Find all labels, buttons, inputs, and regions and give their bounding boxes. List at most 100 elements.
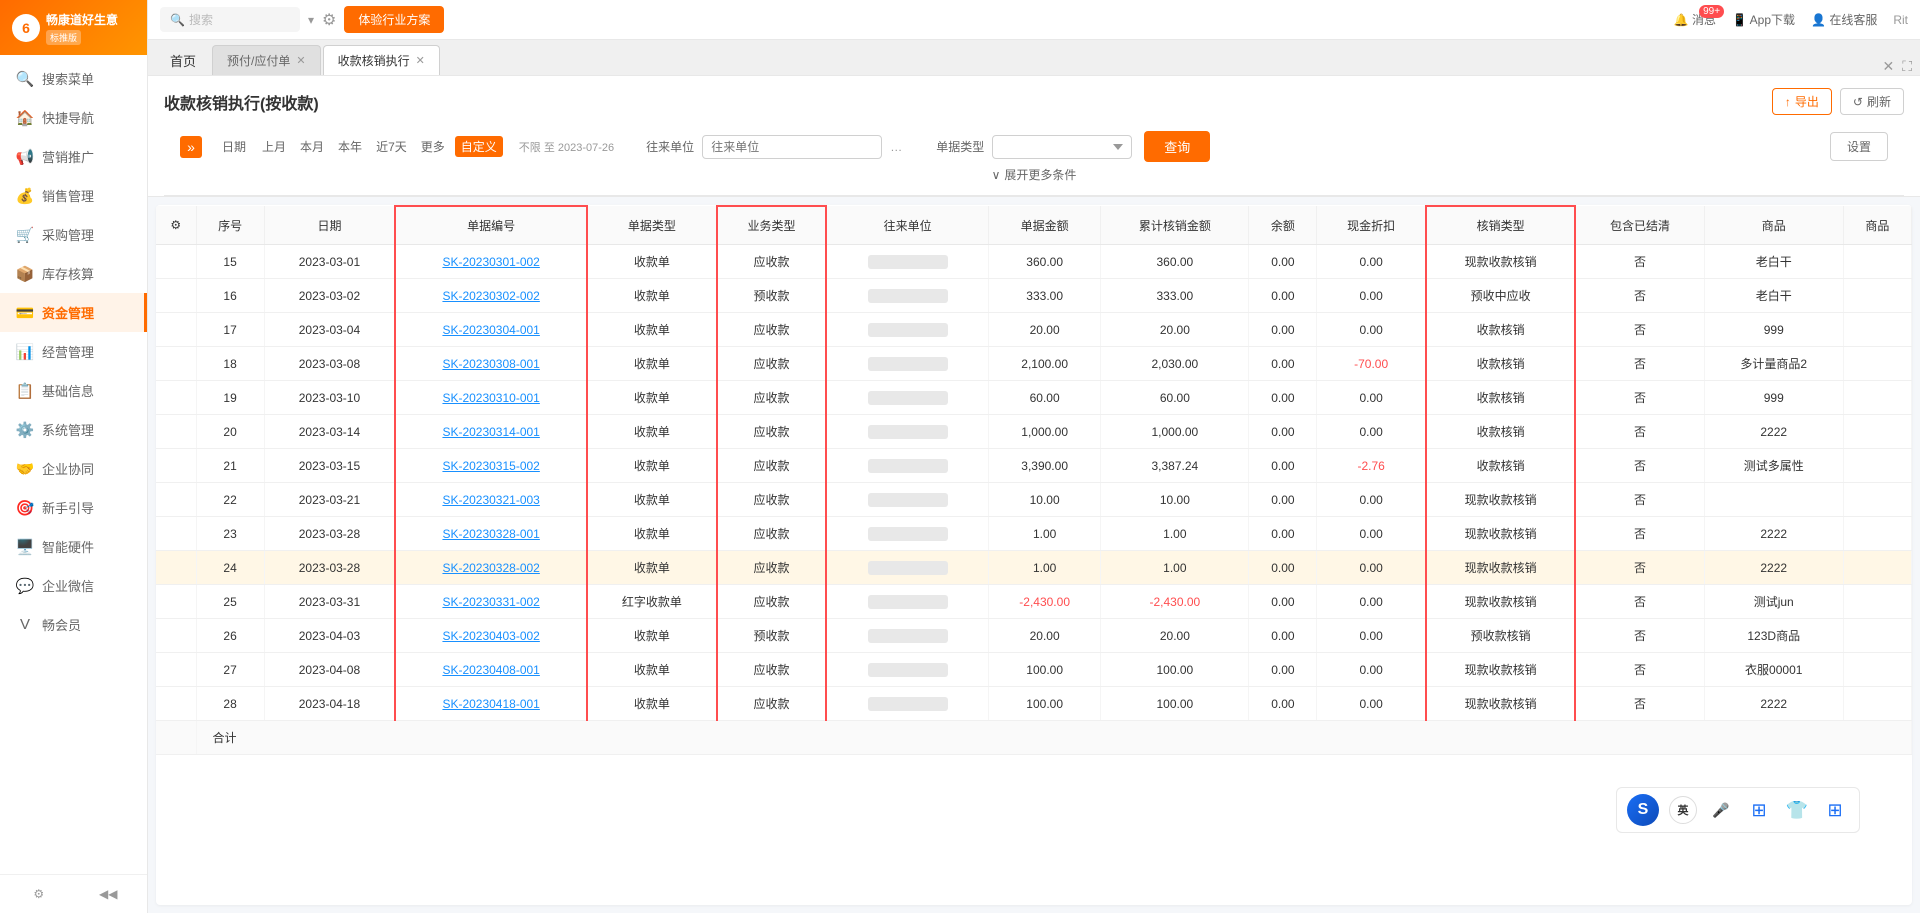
bill-no-link[interactable]: SK-20230310-001	[442, 391, 539, 405]
bill-no-link[interactable]: SK-20230418-001	[442, 697, 539, 711]
sidebar-item-search[interactable]: 🔍搜索菜单	[0, 59, 147, 98]
sidebar-item-marketing[interactable]: 📢营销推广	[0, 137, 147, 176]
sidebar-item-purchase[interactable]: 🛒采购管理	[0, 215, 147, 254]
td-verify-type: 收款核销	[1426, 449, 1576, 483]
td-date: 2023-03-04	[264, 313, 395, 347]
bill-no-link[interactable]: SK-20230328-002	[442, 561, 539, 575]
refresh-btn[interactable]: ↺ 刷新	[1840, 88, 1904, 115]
td-gear	[156, 653, 196, 687]
industry-solution-btn[interactable]: 体验行业方案	[344, 6, 444, 33]
bill-no-link[interactable]: SK-20230302-002	[442, 289, 539, 303]
filter-date-last-month[interactable]: 上月	[258, 136, 290, 157]
tab-payable-close[interactable]: ✕	[296, 54, 305, 67]
wm-grid-icon[interactable]: ⊞	[1745, 796, 1773, 824]
wm-apps-icon[interactable]: ⊞	[1821, 796, 1849, 824]
topbar-online-service[interactable]: 👤 在线客服	[1811, 11, 1877, 28]
bill-no-link[interactable]: SK-20230321-003	[442, 493, 539, 507]
td-verified: 360.00	[1101, 245, 1249, 279]
filter-date-custom[interactable]: 自定义	[455, 136, 503, 157]
sidebar-item-system[interactable]: ⚙️系统管理	[0, 410, 147, 449]
sidebar-item-sales[interactable]: 💰销售管理	[0, 176, 147, 215]
filter-partner-input[interactable]	[702, 135, 882, 159]
wm-mic-icon[interactable]: 🎤	[1707, 796, 1735, 824]
settings-btn[interactable]: 设置	[1830, 132, 1888, 161]
td-gear	[156, 313, 196, 347]
topbar-gear-icon[interactable]: ⚙	[322, 10, 336, 30]
filter-date-more[interactable]: 更多	[417, 136, 449, 157]
td-date: 2023-04-03	[264, 619, 395, 653]
tab-payable[interactable]: 预付/应付单 ✕	[212, 45, 321, 75]
filter-bill-type-select[interactable]	[992, 135, 1132, 159]
td-product2	[1843, 347, 1911, 381]
bill-no-link[interactable]: SK-20230304-001	[442, 323, 539, 337]
td-biz-type: 应收款	[717, 483, 827, 517]
filter-date-7days[interactable]: 近7天	[372, 136, 411, 157]
refresh-icon: ↺	[1853, 95, 1863, 109]
export-btn[interactable]: ↑ 导出	[1772, 88, 1832, 115]
td-gear	[156, 483, 196, 517]
sidebar-item-basic[interactable]: 📋基础信息	[0, 371, 147, 410]
topbar-app-download[interactable]: 📱 App下载	[1732, 11, 1795, 28]
filter-toggle-btn[interactable]: »	[180, 136, 202, 158]
table-row: 25 2023-03-31 SK-20230331-002 红字收款单 应收款 …	[156, 585, 1912, 619]
bill-no-link[interactable]: SK-20230331-002	[442, 595, 539, 609]
sidebar-collapse-btn[interactable]: ◀◀	[78, 883, 140, 905]
td-product2	[1843, 313, 1911, 347]
th-biz-type: 业务类型	[717, 206, 827, 245]
gear-icon[interactable]: ⚙	[170, 218, 181, 232]
query-btn[interactable]: 查询	[1144, 131, 1210, 162]
data-table: ⚙ 序号 日期 单据编号 单据类型 业务类型 往来单位 单据金额 累计核销金额 …	[156, 205, 1912, 755]
tab-close-all-btn[interactable]: ✕	[1882, 58, 1894, 75]
sidebar-item-quick[interactable]: 🏠快捷导航	[0, 98, 147, 137]
tab-fullscreen-btn[interactable]: ⛶	[1902, 58, 1912, 75]
bill-no-link[interactable]: SK-20230328-001	[442, 527, 539, 541]
bill-no-link[interactable]: SK-20230403-002	[442, 629, 539, 643]
tab-receivable[interactable]: 收款核销执行 ✕	[323, 45, 440, 75]
sidebar-item-guide[interactable]: 🎯新手引导	[0, 488, 147, 527]
td-product: 999	[1704, 381, 1843, 415]
topbar-search-placeholder: 搜索	[189, 11, 213, 28]
sidebar-icon-guide: 🎯	[16, 499, 34, 517]
topbar-dropdown-chevron[interactable]: ▾	[308, 13, 314, 27]
bill-no-link[interactable]: SK-20230408-001	[442, 663, 539, 677]
td-product2	[1843, 653, 1911, 687]
filter-date-this-year[interactable]: 本年	[334, 136, 366, 157]
th-gear[interactable]: ⚙	[156, 206, 196, 245]
sidebar-item-member[interactable]: V畅会员	[0, 605, 147, 644]
td-product: 测试jun	[1704, 585, 1843, 619]
wm-en-label[interactable]: 英	[1669, 796, 1697, 824]
td-include: 否	[1575, 279, 1704, 313]
sidebar-item-finance[interactable]: 💳资金管理	[0, 293, 147, 332]
sidebar-item-collab[interactable]: 🤝企业协同	[0, 449, 147, 488]
sidebar-item-hardware[interactable]: 🖥️智能硬件	[0, 527, 147, 566]
td-verified: 1.00	[1101, 517, 1249, 551]
bill-no-link[interactable]: SK-20230314-001	[442, 425, 539, 439]
td-partner	[826, 517, 988, 551]
sidebar-settings-btn[interactable]: ⚙	[8, 883, 70, 905]
bill-no-link[interactable]: SK-20230308-001	[442, 357, 539, 371]
table-row: 27 2023-04-08 SK-20230408-001 收款单 应收款 10…	[156, 653, 1912, 687]
topbar-message-btn[interactable]: 🔔 消息 99+	[1674, 11, 1716, 28]
sidebar-item-inventory[interactable]: 📦库存核算	[0, 254, 147, 293]
td-product: 2222	[1704, 517, 1843, 551]
sidebar-item-operation[interactable]: 📊经营管理	[0, 332, 147, 371]
topbar-search[interactable]: 🔍 搜索	[160, 7, 300, 32]
tab-receivable-close[interactable]: ✕	[416, 54, 425, 67]
bill-no-link[interactable]: SK-20230315-002	[442, 459, 539, 473]
filter-expand-btn[interactable]: ∨ 展开更多条件	[180, 162, 1888, 187]
content-title-row: 收款核销执行(按收款) ↑ 导出 ↺ 刷新	[164, 88, 1904, 115]
bill-no-link[interactable]: SK-20230301-002	[442, 255, 539, 269]
td-discount: 0.00	[1317, 245, 1426, 279]
table-footer-row: 合计	[156, 721, 1912, 755]
sidebar-item-wechat[interactable]: 💬企业微信	[0, 566, 147, 605]
td-discount: 0.00	[1317, 687, 1426, 721]
sougou-icon[interactable]: S	[1627, 794, 1659, 826]
td-product2	[1843, 245, 1911, 279]
wm-shirt-icon[interactable]: 👕	[1783, 796, 1811, 824]
td-discount: 0.00	[1317, 551, 1426, 585]
tab-home[interactable]: 首页	[156, 45, 210, 75]
td-product2	[1843, 381, 1911, 415]
sidebar-label-sales: 销售管理	[42, 186, 94, 205]
filter-date-this-month[interactable]: 本月	[296, 136, 328, 157]
filter-partner-more[interactable]: …	[890, 140, 904, 154]
